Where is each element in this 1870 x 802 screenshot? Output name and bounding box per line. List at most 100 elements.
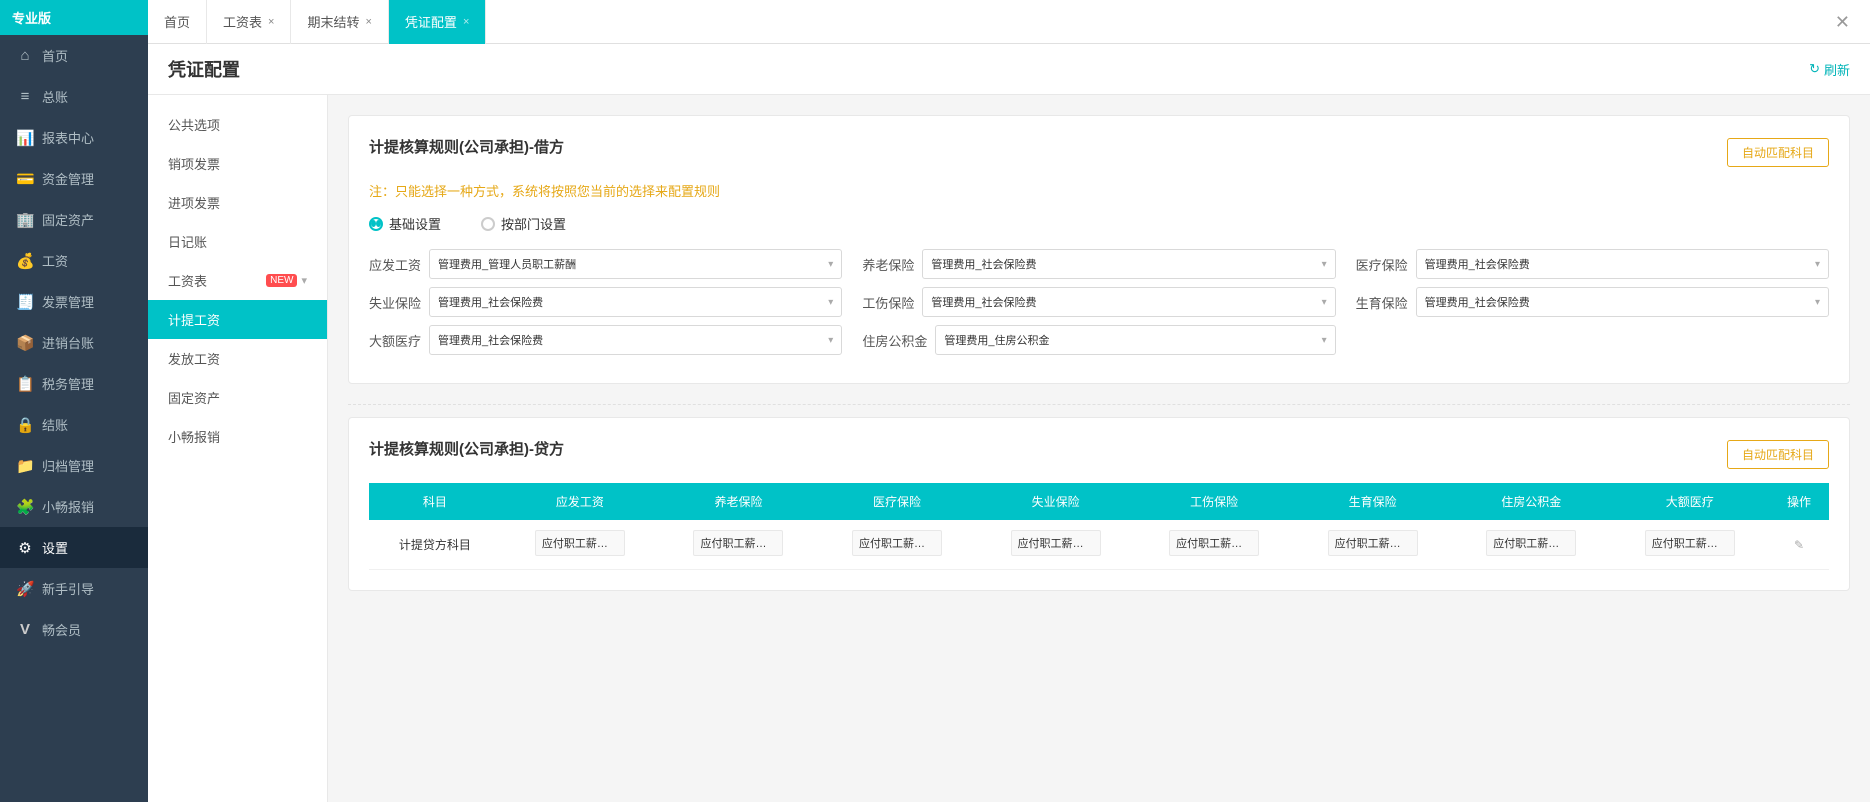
cell-subject: 计提贷方科目 (369, 520, 501, 570)
sidebar-item-label: 小畅报销 (42, 497, 94, 516)
radio-basic[interactable]: 基础设置 (369, 214, 441, 233)
section-debit: 计提核算规则(公司承担)-借方 自动匹配科目 注：只能选择一种方式，系统将按照您… (348, 115, 1850, 384)
sidebar-item-salary[interactable]: 💰 工资 (0, 240, 148, 281)
sidebar-item-closing[interactable]: 🔒 结账 (0, 404, 148, 445)
cell-birth[interactable]: 应付职工薪酬_应... (1293, 520, 1452, 570)
field-gjj: 住房公积金 管理费用_住房公积金 ▾ (862, 325, 1335, 355)
tab-voucher-label: 凭证配置 (405, 12, 457, 31)
sidebar-item-guide[interactable]: 🚀 新手引导 (0, 568, 148, 609)
sidebar-item-label: 税务管理 (42, 374, 94, 393)
field-yanglao: 养老保险 管理费用_社会保险费 ▾ (862, 249, 1335, 279)
field-dae-select[interactable]: 管理费用_社会保险费 ▾ (429, 325, 842, 355)
dropdown-arrow: ▾ (828, 297, 833, 308)
radio-group: 基础设置 按部门设置 (369, 214, 1829, 233)
sidebar-item-label: 工资 (42, 251, 68, 270)
left-nav-small-expense[interactable]: 小畅报销 (148, 417, 327, 456)
cell-edit[interactable]: ✎ (1769, 520, 1829, 570)
salary-icon: 💰 (16, 252, 34, 270)
auto-match-button-2[interactable]: 自动匹配科目 (1727, 440, 1829, 469)
app-edition: 专业版 (0, 0, 148, 35)
guide-icon: 🚀 (16, 580, 34, 598)
sidebar-item-settings[interactable]: ⚙ 设置 (0, 527, 148, 568)
refresh-icon: ↻ (1809, 61, 1820, 77)
close-button[interactable]: ✕ (1835, 12, 1850, 33)
tab-period-close[interactable]: × (365, 16, 371, 28)
sidebar-item-label: 发票管理 (42, 292, 94, 311)
field-yingfa-select[interactable]: 管理费用_管理人员职工薪酬 ▾ (429, 249, 842, 279)
dropdown-arrow: ▾ (828, 335, 833, 346)
left-nav-fixed-assets[interactable]: 固定资产 (148, 378, 327, 417)
left-nav-purchase-invoice[interactable]: 进项发票 (148, 183, 327, 222)
field-yiliao-select[interactable]: 管理费用_社会保险费 ▾ (1416, 249, 1829, 279)
cell-unemployment[interactable]: 应付职工薪酬_应... (976, 520, 1135, 570)
archive-icon: 📁 (16, 457, 34, 475)
sidebar-item-inventory[interactable]: 📦 进销台账 (0, 322, 148, 363)
field-shengyu-select[interactable]: 管理费用_社会保险费 ▾ (1416, 287, 1829, 317)
sidebar-item-label: 进销台账 (42, 333, 94, 352)
field-yanglao-select[interactable]: 管理费用_社会保险费 ▾ (922, 249, 1335, 279)
sidebar-item-invoice[interactable]: 🧾 发票管理 (0, 281, 148, 322)
left-nav-calc-salary[interactable]: 计提工资 (148, 300, 327, 339)
sidebar-item-label: 归档管理 (42, 456, 94, 475)
refresh-button[interactable]: ↻ 刷新 (1809, 60, 1850, 79)
sidebar-item-tax[interactable]: 📋 税务管理 (0, 363, 148, 404)
tab-period[interactable]: 期末结转 × (291, 0, 388, 44)
sidebar-item-member[interactable]: V 畅会员 (0, 609, 148, 650)
col-big-medical: 大额医疗 (1610, 483, 1769, 520)
tabs-bar: 首页 工资表 × 期末结转 × 凭证配置 × ✕ (148, 0, 1870, 44)
sidebar-item-label: 报表中心 (42, 128, 94, 147)
sidebar-item-assets[interactable]: 🏢 固定资产 (0, 199, 148, 240)
left-nav-public[interactable]: 公共选项 (148, 105, 327, 144)
cell-pension[interactable]: 应付职工薪酬_应... (659, 520, 818, 570)
cell-salary[interactable]: 应付职工薪酬_应... (501, 520, 660, 570)
sidebar-item-label: 新手引导 (42, 579, 94, 598)
left-nav-sales-invoice[interactable]: 销项发票 (148, 144, 327, 183)
col-injury: 工伤保险 (1135, 483, 1294, 520)
left-nav-pay-salary[interactable]: 发放工资 (148, 339, 327, 378)
form-grid-1: 应发工资 管理费用_管理人员职工薪酬 ▾ 养老保险 管理费用_社会保险费 ▾ (369, 249, 1829, 279)
sidebar-item-funds[interactable]: 💳 资金管理 (0, 158, 148, 199)
left-nav-salary-table[interactable]: 工资表 NEW ▾ (148, 261, 327, 300)
dropdown-arrow: ▾ (828, 259, 833, 270)
sidebar-item-home[interactable]: ⌂ 首页 (0, 35, 148, 76)
col-subject: 科目 (369, 483, 501, 520)
field-gjj-select[interactable]: 管理费用_住房公积金 ▾ (935, 325, 1335, 355)
dropdown-arrow: ▾ (1815, 259, 1820, 270)
tab-salary[interactable]: 工资表 × (207, 0, 291, 44)
main-area: 首页 工资表 × 期末结转 × 凭证配置 × ✕ 凭证配置 ↻ 刷新 公共选项 (148, 0, 1870, 802)
invoice-icon: 🧾 (16, 293, 34, 311)
tab-home[interactable]: 首页 (148, 0, 207, 44)
left-nav-journal[interactable]: 日记账 (148, 222, 327, 261)
field-dae: 大额医疗 管理费用_社会保险费 ▾ (369, 325, 842, 355)
home-icon: ⌂ (16, 47, 34, 64)
field-gongshang-label: 工伤保险 (862, 293, 914, 312)
funds-icon: 💳 (16, 170, 34, 188)
ledger-icon: ≡ (16, 88, 34, 105)
tab-salary-close[interactable]: × (268, 16, 274, 28)
tab-voucher-close[interactable]: × (463, 16, 469, 28)
sidebar-item-ledger[interactable]: ≡ 总账 (0, 76, 148, 117)
cell-injury[interactable]: 应付职工薪酬_应... (1135, 520, 1294, 570)
auto-match-button-1[interactable]: 自动匹配科目 (1727, 138, 1829, 167)
dropdown-arrow: ▾ (1322, 259, 1327, 270)
sidebar-item-report[interactable]: 📊 报表中心 (0, 117, 148, 158)
field-shiye-label: 失业保险 (369, 293, 421, 312)
tab-home-label: 首页 (164, 12, 190, 31)
sidebar-item-xiaoexpense[interactable]: 🧩 小畅报销 (0, 486, 148, 527)
sidebar-item-archive[interactable]: 📁 归档管理 (0, 445, 148, 486)
cell-big-medical[interactable]: 应付职工薪酬_应... (1610, 520, 1769, 570)
tax-icon: 📋 (16, 375, 34, 393)
col-action: 操作 (1769, 483, 1829, 520)
sidebar-item-label: 首页 (42, 46, 68, 65)
field-gongshang-select[interactable]: 管理费用_社会保险费 ▾ (922, 287, 1335, 317)
radio-dept[interactable]: 按部门设置 (481, 214, 566, 233)
edit-icon[interactable]: ✎ (1794, 538, 1804, 552)
cell-medical[interactable]: 应付职工薪酬_应... (818, 520, 977, 570)
settings-icon: ⚙ (16, 539, 34, 557)
cell-housing[interactable]: 应付职工薪酬_应... (1452, 520, 1611, 570)
field-shiye-select[interactable]: 管理费用_社会保险费 ▾ (429, 287, 842, 317)
col-birth: 生育保险 (1293, 483, 1452, 520)
radio-dept-circle (481, 217, 495, 231)
tab-voucher[interactable]: 凭证配置 × (389, 0, 486, 44)
page-title: 凭证配置 (168, 56, 240, 82)
